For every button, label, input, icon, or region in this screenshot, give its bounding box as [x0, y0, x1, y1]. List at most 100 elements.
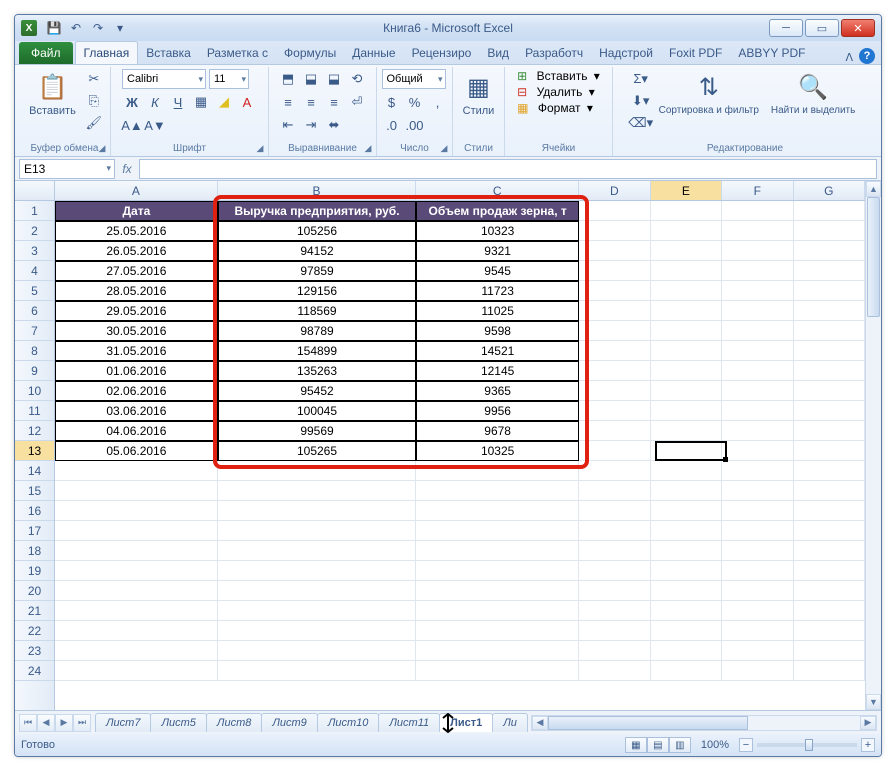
cell-F13[interactable] — [722, 441, 794, 461]
column-header-E[interactable]: E — [651, 181, 722, 200]
redo-button[interactable]: ↷ — [89, 19, 107, 37]
tab-abbyy[interactable]: ABBYY PDF — [730, 42, 813, 64]
cell-F1[interactable] — [722, 201, 794, 221]
orientation-button[interactable]: ⟲ — [347, 69, 367, 89]
align-middle-button[interactable]: ⬓ — [301, 69, 321, 89]
cell-G16[interactable] — [794, 501, 866, 521]
cell-B10[interactable]: 95452 — [218, 381, 416, 401]
increase-decimal-button[interactable]: .0 — [382, 115, 402, 135]
align-left-button[interactable]: ≡ — [278, 92, 298, 112]
cell-E16[interactable] — [651, 501, 723, 521]
cell-F23[interactable] — [722, 641, 794, 661]
cell-D18[interactable] — [579, 541, 651, 561]
cell-B17[interactable] — [218, 521, 416, 541]
cell-C1[interactable]: Объем продаж зерна, т — [416, 201, 579, 221]
cell-B11[interactable]: 100045 — [218, 401, 416, 421]
sheet-tab-Ли[interactable]: Ли — [492, 713, 528, 732]
row-header-24[interactable]: 24 — [15, 661, 54, 681]
cell-E4[interactable] — [651, 261, 723, 281]
cell-G23[interactable] — [794, 641, 866, 661]
tab-data[interactable]: Данные — [344, 42, 403, 64]
merge-button[interactable]: ⬌ — [324, 115, 344, 135]
cell-D20[interactable] — [579, 581, 651, 601]
tab-addins[interactable]: Надстрой — [591, 42, 661, 64]
row-header-8[interactable]: 8 — [15, 341, 54, 361]
cell-A19[interactable] — [55, 561, 218, 581]
scroll-thumb[interactable] — [867, 197, 880, 317]
cell-D7[interactable] — [579, 321, 651, 341]
horizontal-scrollbar[interactable]: ◀ ▶ — [531, 715, 877, 731]
cell-A2[interactable]: 25.05.2016 — [55, 221, 218, 241]
cell-D9[interactable] — [579, 361, 651, 381]
cell-B14[interactable] — [218, 461, 416, 481]
row-header-4[interactable]: 4 — [15, 261, 54, 281]
cell-A18[interactable] — [55, 541, 218, 561]
scroll-left-button[interactable]: ◀ — [532, 716, 548, 730]
row-header-11[interactable]: 11 — [15, 401, 54, 421]
decrease-decimal-button[interactable]: .00 — [405, 115, 425, 135]
cell-A7[interactable]: 30.05.2016 — [55, 321, 218, 341]
tab-home[interactable]: Главная — [75, 41, 139, 64]
sheet-tab-Лист11[interactable]: Лист11 — [378, 713, 440, 732]
cell-C20[interactable] — [416, 581, 579, 601]
row-header-10[interactable]: 10 — [15, 381, 54, 401]
cell-A10[interactable]: 02.06.2016 — [55, 381, 218, 401]
cell-G11[interactable] — [794, 401, 866, 421]
cell-F8[interactable] — [722, 341, 794, 361]
cell-E7[interactable] — [651, 321, 723, 341]
cell-B20[interactable] — [218, 581, 416, 601]
cell-D4[interactable] — [579, 261, 651, 281]
cell-E9[interactable] — [651, 361, 723, 381]
border-button[interactable]: ▦ — [191, 92, 211, 112]
cell-B7[interactable]: 98789 — [218, 321, 416, 341]
cell-C23[interactable] — [416, 641, 579, 661]
cell-B23[interactable] — [218, 641, 416, 661]
cell-B19[interactable] — [218, 561, 416, 581]
save-button[interactable]: 💾 — [45, 19, 63, 37]
fill-color-button[interactable]: ◢ — [214, 92, 234, 112]
sheet-nav-first[interactable]: ⏮ — [19, 714, 37, 732]
comma-button[interactable]: , — [428, 92, 448, 112]
row-header-14[interactable]: 14 — [15, 461, 54, 481]
zoom-slider[interactable] — [757, 743, 857, 747]
tab-formulas[interactable]: Формулы — [276, 42, 344, 64]
number-dialog-launcher[interactable]: ◢ — [438, 142, 450, 154]
worksheet-grid[interactable]: ABCDEFG 12345678910111213141516171819202… — [15, 181, 881, 710]
alignment-dialog-launcher[interactable]: ◢ — [362, 142, 374, 154]
cell-F4[interactable] — [722, 261, 794, 281]
cell-G21[interactable] — [794, 601, 866, 621]
cell-A21[interactable] — [55, 601, 218, 621]
zoom-out-button[interactable]: − — [739, 738, 753, 752]
cell-A6[interactable]: 29.05.2016 — [55, 301, 218, 321]
decrease-indent-button[interactable]: ⇤ — [278, 115, 298, 135]
cell-F10[interactable] — [722, 381, 794, 401]
align-right-button[interactable]: ≡ — [324, 92, 344, 112]
cell-C13[interactable]: 10325 — [416, 441, 579, 461]
cell-E17[interactable] — [651, 521, 723, 541]
format-painter-button[interactable]: 🖌 — [84, 113, 104, 133]
name-box[interactable]: E13 — [19, 159, 115, 179]
cell-B12[interactable]: 99569 — [218, 421, 416, 441]
view-page-break-button[interactable]: ▥ — [669, 737, 691, 753]
cell-B8[interactable]: 154899 — [218, 341, 416, 361]
tab-foxit[interactable]: Foxit PDF — [661, 42, 730, 64]
cell-C6[interactable]: 11025 — [416, 301, 579, 321]
zoom-level[interactable]: 100% — [701, 739, 729, 751]
cell-B15[interactable] — [218, 481, 416, 501]
column-header-D[interactable]: D — [579, 181, 650, 200]
help-icon[interactable]: ? — [859, 48, 875, 64]
cell-D15[interactable] — [579, 481, 651, 501]
qat-customize-icon[interactable]: ▾ — [111, 19, 129, 37]
cell-C10[interactable]: 9365 — [416, 381, 579, 401]
cell-C2[interactable]: 10323 — [416, 221, 579, 241]
cell-A3[interactable]: 26.05.2016 — [55, 241, 218, 261]
tab-developer[interactable]: Разработч — [517, 42, 591, 64]
percent-button[interactable]: % — [405, 92, 425, 112]
cell-A16[interactable] — [55, 501, 218, 521]
cell-E19[interactable] — [651, 561, 723, 581]
cell-F3[interactable] — [722, 241, 794, 261]
font-name-combo[interactable]: Calibri — [122, 69, 206, 89]
increase-indent-button[interactable]: ⇥ — [301, 115, 321, 135]
cell-A15[interactable] — [55, 481, 218, 501]
column-header-C[interactable]: C — [416, 181, 579, 200]
